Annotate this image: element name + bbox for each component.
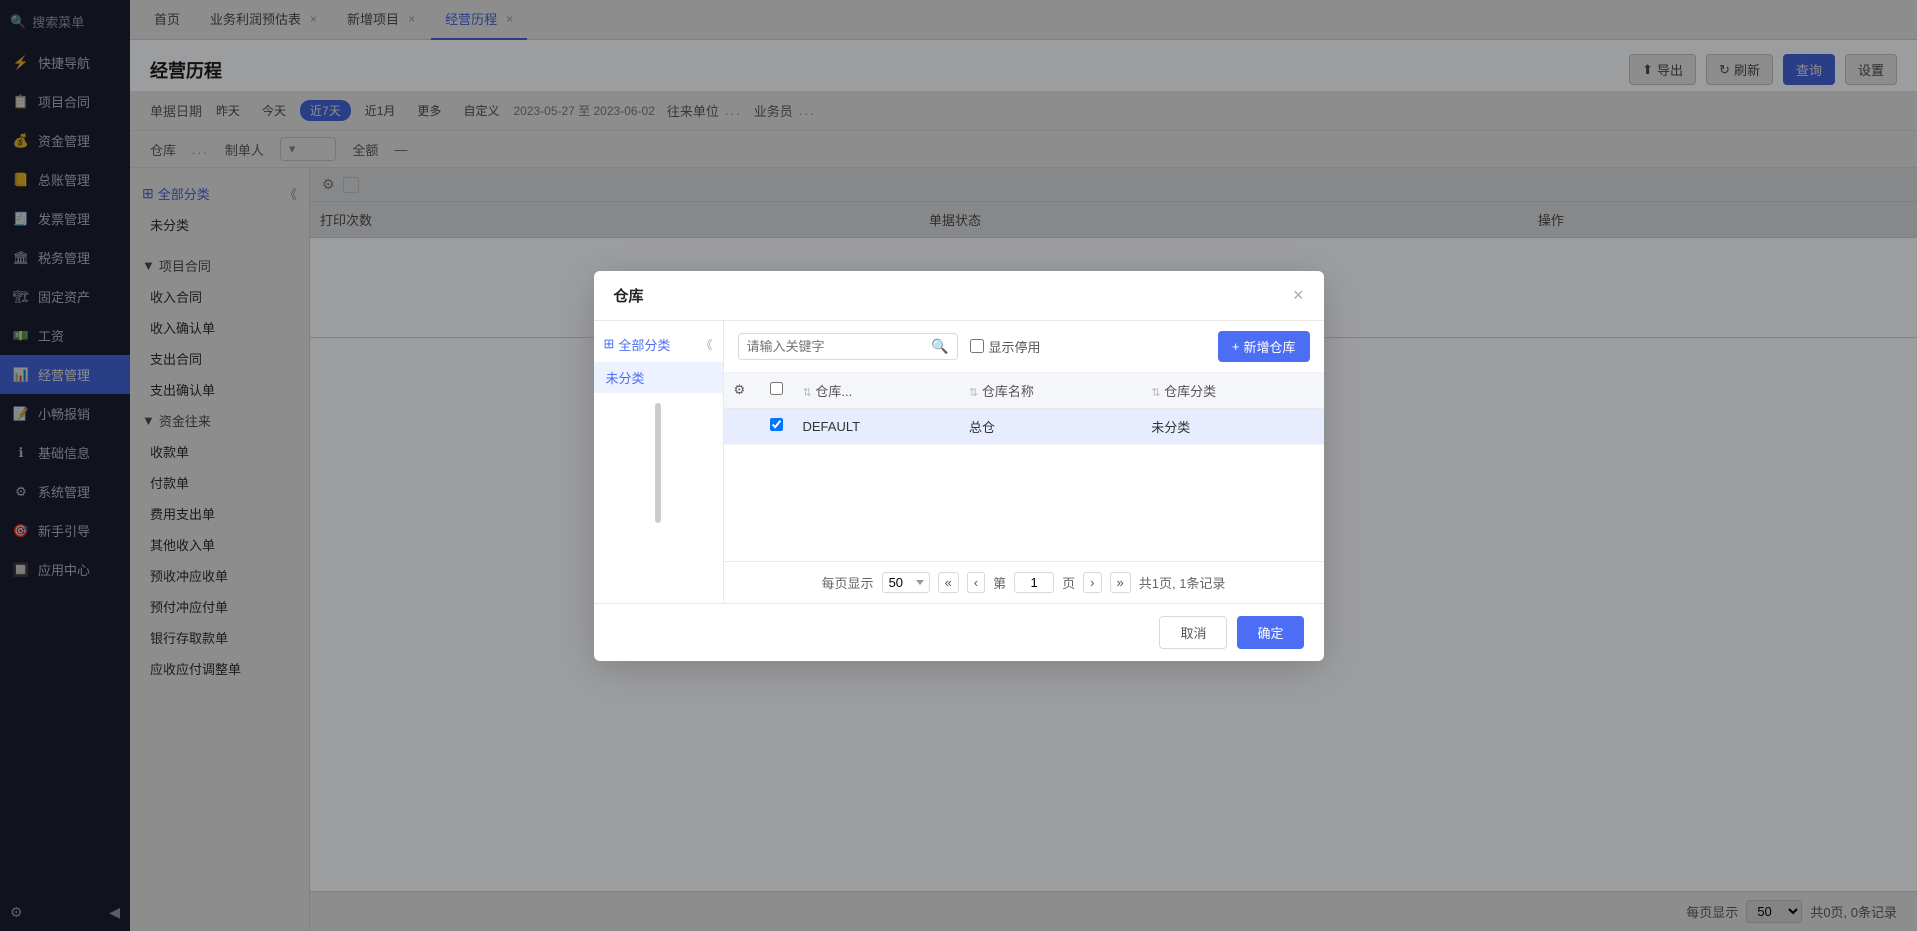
- scrollbar-thumb[interactable]: [655, 403, 661, 523]
- modal-left-panel: ⊞ 全部分类 《 未分类: [594, 321, 724, 603]
- show-disabled-checkbox[interactable]: [970, 339, 984, 353]
- row-code-cell: DEFAULT: [793, 408, 960, 444]
- row-checkbox[interactable]: [770, 418, 783, 431]
- modal-pagination: 每页显示 50 100 « ‹ 第 页 › » 共1页, 1条记录: [724, 561, 1324, 603]
- modal-overlay: 仓库 × ⊞ 全部分类 《 未分类: [0, 0, 1917, 931]
- modal-title: 仓库: [614, 285, 644, 306]
- modal-table: ⚙ ⇅ 仓库... ⇅: [724, 373, 1324, 445]
- modal-grid-icon: ⊞: [604, 336, 615, 352]
- first-page-btn[interactable]: «: [938, 572, 959, 593]
- col-checkbox: [760, 373, 793, 409]
- modal-search-icon: 🔍: [931, 338, 948, 355]
- modal-all-categories: 全部分类: [618, 335, 670, 354]
- sort-category-icon[interactable]: ⇅: [1151, 387, 1160, 399]
- modal-category-unclassified[interactable]: 未分类: [594, 362, 723, 393]
- row-category-cell: 未分类: [1141, 408, 1323, 444]
- modal-left-scrollbar: [594, 393, 723, 593]
- modal-toolbar: 🔍 显示停用 + 新增仓库: [724, 321, 1324, 373]
- select-all-modal-checkbox[interactable]: [770, 382, 783, 395]
- modal-page-size-select[interactable]: 50 100: [882, 572, 930, 593]
- show-disabled-wrap: 显示停用: [970, 337, 1041, 356]
- modal-search-wrap: 🔍: [738, 333, 958, 360]
- next-page-btn[interactable]: ›: [1083, 572, 1101, 593]
- col-code: ⇅ 仓库...: [793, 373, 960, 409]
- show-disabled-label: 显示停用: [989, 337, 1041, 356]
- modal-footer: 取消 确定: [594, 603, 1324, 661]
- last-page-btn[interactable]: »: [1110, 572, 1131, 593]
- add-icon: +: [1232, 339, 1240, 354]
- col-category: ⇅ 仓库分类: [1141, 373, 1323, 409]
- confirm-button[interactable]: 确定: [1237, 616, 1303, 649]
- prev-page-btn[interactable]: ‹: [967, 572, 985, 593]
- col-category-label: 仓库分类: [1164, 384, 1216, 399]
- modal-close-button[interactable]: ×: [1293, 286, 1304, 304]
- modal-header: 仓库 ×: [594, 271, 1324, 321]
- settings-col-icon: ⚙: [734, 382, 746, 397]
- modal-category-label: 未分类: [606, 371, 645, 386]
- warehouse-modal: 仓库 × ⊞ 全部分类 《 未分类: [594, 271, 1324, 661]
- modal-left-scroll: 未分类: [594, 362, 723, 393]
- row-checkbox-cell: [760, 408, 793, 444]
- add-label: 新增仓库: [1243, 337, 1295, 356]
- modal-search-input[interactable]: [747, 339, 926, 354]
- table-row[interactable]: DEFAULT 总仓 未分类: [724, 408, 1324, 444]
- page-number-input[interactable]: [1014, 572, 1054, 593]
- page-suffix: 页: [1062, 573, 1075, 592]
- col-settings[interactable]: ⚙: [724, 373, 760, 409]
- modal-page-size-label: 每页显示: [822, 573, 874, 592]
- sort-code-icon[interactable]: ⇅: [803, 387, 812, 399]
- modal-table-wrap: ⚙ ⇅ 仓库... ⇅: [724, 373, 1324, 561]
- modal-total-info: 共1页, 1条记录: [1139, 573, 1226, 592]
- col-name-label: 仓库名称: [982, 384, 1034, 399]
- col-name: ⇅ 仓库名称: [959, 373, 1141, 409]
- cancel-button[interactable]: 取消: [1159, 616, 1227, 649]
- page-label: 第: [993, 573, 1006, 592]
- modal-left-header: ⊞ 全部分类 《: [594, 331, 723, 362]
- modal-left-collapse[interactable]: 《: [700, 336, 712, 353]
- col-code-label: 仓库...: [815, 384, 852, 399]
- row-name-cell: 总仓: [959, 408, 1141, 444]
- modal-body: ⊞ 全部分类 《 未分类: [594, 321, 1324, 603]
- sort-name-icon[interactable]: ⇅: [969, 387, 978, 399]
- add-warehouse-button[interactable]: + 新增仓库: [1218, 331, 1310, 362]
- modal-toolbar-left: 🔍 显示停用: [738, 333, 1041, 360]
- modal-right-panel: 🔍 显示停用 + 新增仓库: [724, 321, 1324, 603]
- row-settings-cell: [724, 408, 760, 444]
